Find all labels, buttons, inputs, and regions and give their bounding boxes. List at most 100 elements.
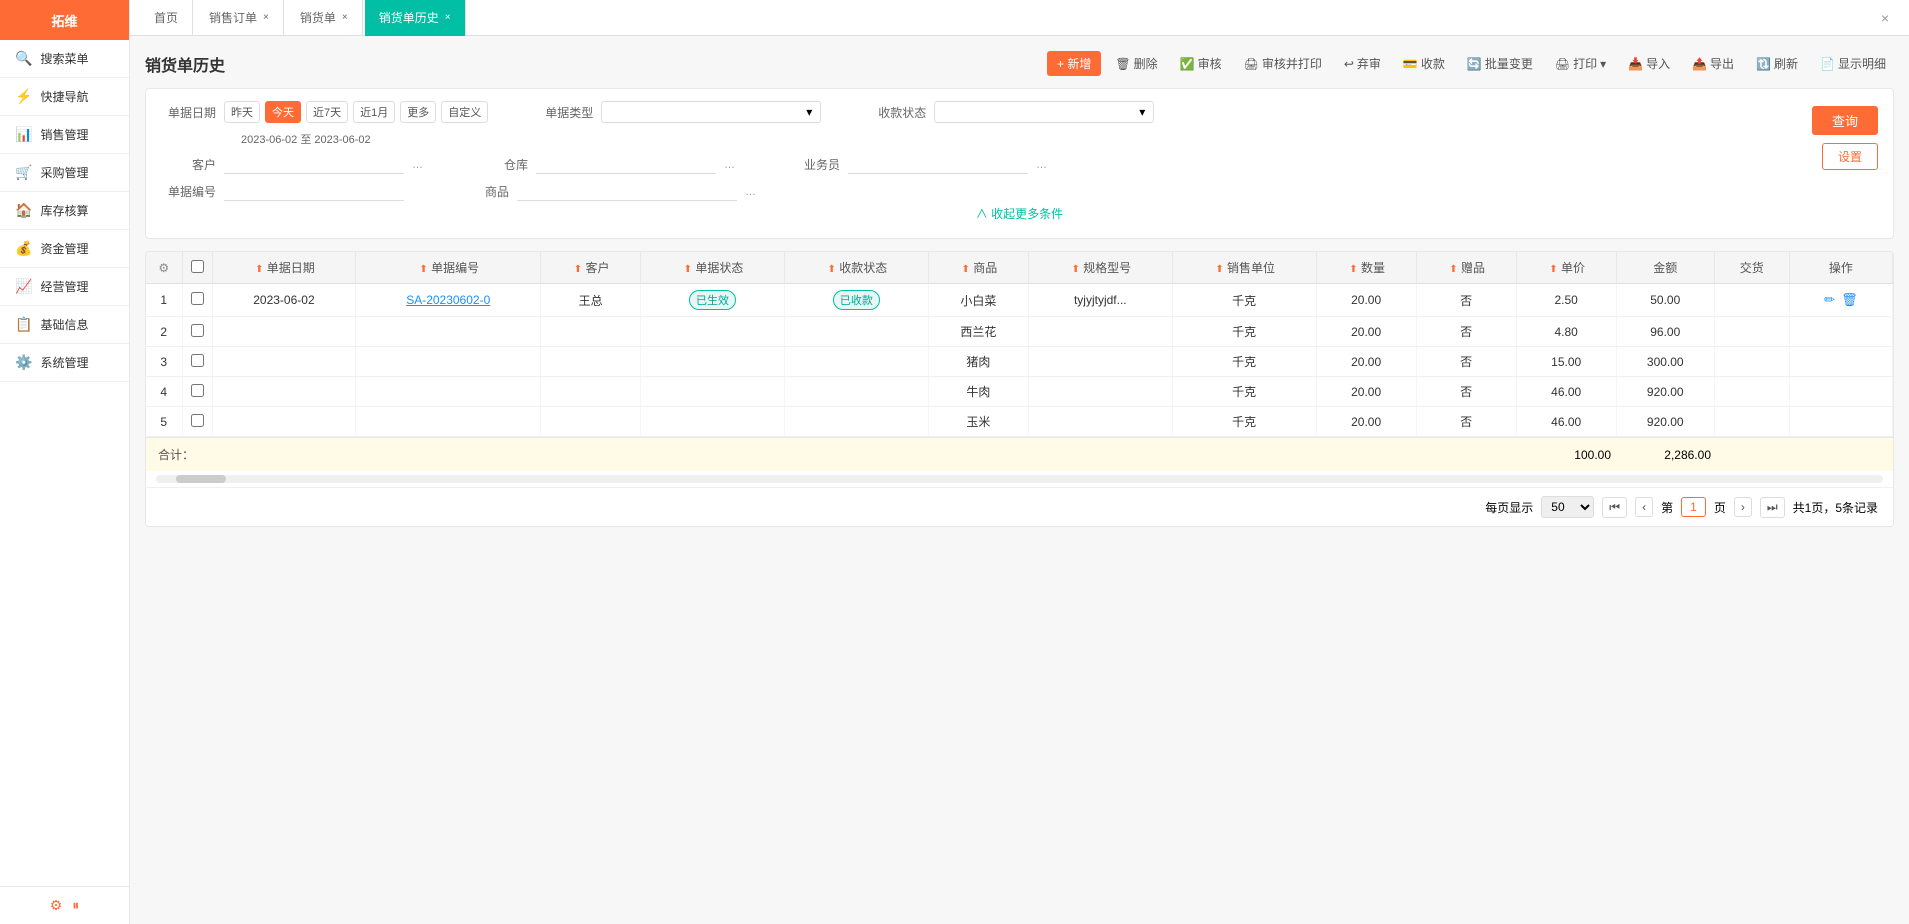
doc-type-select[interactable]: ▾ <box>601 101 821 123</box>
th-sales-unit[interactable]: ⬆ 销售单位 <box>1172 252 1316 284</box>
tab-sales-order-close[interactable]: × <box>263 12 269 23</box>
print-button[interactable]: 🖨 打印 ▾ <box>1547 51 1614 76</box>
query-button[interactable]: 查询 <box>1812 106 1878 135</box>
th-goods[interactable]: ⬆ 商品 <box>928 252 1028 284</box>
page-size-select[interactable]: 50 100 200 <box>1541 496 1594 518</box>
customer-ellipsis[interactable]: … <box>412 159 423 171</box>
th-unit-price[interactable]: ⬆ 单价 <box>1516 252 1616 284</box>
today-btn[interactable]: 今天 <box>265 101 301 123</box>
warehouse-ellipsis[interactable]: … <box>724 159 735 171</box>
row-checkbox-input[interactable] <box>191 414 204 427</box>
sidebar-item-inventory[interactable]: 🏠 库存核算 <box>0 192 129 230</box>
th-doc-no[interactable]: ⬆ 单据编号 <box>356 252 541 284</box>
doc-date <box>212 377 356 407</box>
tabs-bar: 首页 销售订单 × 销货单 × 销货单历史 × × <box>130 0 1909 36</box>
sidebar-item-quick-nav[interactable]: ⚡ 快捷导航 <box>0 78 129 116</box>
abandon-button[interactable]: ↩ 弃审 <box>1336 51 1389 76</box>
sidebar-item-operation[interactable]: 📈 经营管理 <box>0 268 129 306</box>
page-unit: 页 <box>1714 499 1726 516</box>
staff-input[interactable] <box>848 155 1028 174</box>
select-all-checkbox[interactable] <box>191 260 204 273</box>
tab-close-all-btn[interactable]: × <box>1871 10 1899 26</box>
collect-button[interactable]: 💳 收款 <box>1395 51 1453 76</box>
row-checkbox-input[interactable] <box>191 384 204 397</box>
setting-button[interactable]: 设置 <box>1822 143 1878 170</box>
export-button[interactable]: 📤 导出 <box>1684 51 1742 76</box>
th-amount[interactable]: 金额 <box>1616 252 1714 284</box>
customer-input[interactable] <box>224 155 404 174</box>
goods-label: 商品 <box>454 183 509 200</box>
row-checkbox-input[interactable] <box>191 354 204 367</box>
goods-ellipsis[interactable]: … <box>745 186 756 198</box>
th-transaction[interactable]: 交货 <box>1714 252 1789 284</box>
th-doc-status[interactable]: ⬆ 单据状态 <box>641 252 785 284</box>
transaction <box>1714 317 1789 347</box>
doc-type-dropdown-icon: ▾ <box>806 105 812 119</box>
date-label: 单据日期 <box>161 104 216 121</box>
collapse-button[interactable]: ∧ 收起更多条件 <box>161 201 1878 226</box>
show-detail-button[interactable]: 📄 显示明细 <box>1812 51 1894 76</box>
doc-no-input[interactable] <box>224 182 404 201</box>
th-spec[interactable]: ⬆ 规格型号 <box>1028 252 1172 284</box>
row-checkbox <box>182 377 212 407</box>
sidebar-item-finance[interactable]: 💰 资金管理 <box>0 230 129 268</box>
review-print-button[interactable]: 🖨 审核并打印 <box>1236 51 1330 76</box>
sidebar-settings-btn[interactable]: ⚙ <box>50 897 63 914</box>
sidebar-item-system-mgmt[interactable]: ⚙️ 系统管理 <box>0 344 129 382</box>
sidebar-bottom: ⚙ ⏸ <box>0 886 129 924</box>
sidebar-item-basic-info[interactable]: 📋 基础信息 <box>0 306 129 344</box>
1month-btn[interactable]: 近1月 <box>353 101 395 123</box>
sidebar-item-purchase-mgmt[interactable]: 🛒 采购管理 <box>0 154 129 192</box>
doc-no-link[interactable]: SA-20230602-0 <box>406 293 490 307</box>
table-row: 3猪肉千克20.00否15.00300.00 <box>146 347 1893 377</box>
import-button[interactable]: 📥 导入 <box>1620 51 1678 76</box>
staff-ellipsis[interactable]: … <box>1036 159 1047 171</box>
row-checkbox-input[interactable] <box>191 324 204 337</box>
warehouse-input[interactable] <box>536 155 716 174</box>
tab-sales-goods-close[interactable]: × <box>342 12 348 23</box>
first-page-btn[interactable]: ⏮ <box>1602 497 1627 518</box>
scrollbar-thumb[interactable] <box>176 475 226 483</box>
refresh-button[interactable]: 🔃 刷新 <box>1748 51 1806 76</box>
settings-icon[interactable]: ⚙ <box>158 261 169 275</box>
goods-input[interactable] <box>517 182 737 201</box>
tab-sales-history-close[interactable]: × <box>445 12 451 23</box>
next-page-btn[interactable]: › <box>1734 497 1752 517</box>
row-checkbox-input[interactable] <box>191 292 204 305</box>
prev-page-btn[interactable]: ‹ <box>1635 497 1653 517</box>
th-qty[interactable]: ⬆ 数量 <box>1316 252 1416 284</box>
qty: 20.00 <box>1316 347 1416 377</box>
horizontal-scrollbar[interactable] <box>156 475 1883 483</box>
new-button[interactable]: + 新增 <box>1047 51 1101 76</box>
custom-btn[interactable]: 自定义 <box>441 101 488 123</box>
filter-row-2: 客户 … 仓库 … 业务员 … <box>161 155 1797 174</box>
delete-action-btn[interactable]: 🗑 <box>1841 292 1858 307</box>
print-dropdown-icon: ▾ <box>1600 57 1606 71</box>
last-page-btn[interactable]: ⏭ <box>1760 497 1785 518</box>
sidebar-item-sales-mgmt[interactable]: 📊 销售管理 <box>0 116 129 154</box>
th-customer[interactable]: ⬆ 客户 <box>541 252 641 284</box>
more-btn[interactable]: 更多 <box>400 101 436 123</box>
doc-status: 已生效 <box>641 284 785 317</box>
th-doc-date[interactable]: ⬆ 单据日期 <box>212 252 356 284</box>
batch-change-button[interactable]: 🔄 批量变更 <box>1459 51 1541 76</box>
sidebar-item-search-menu[interactable]: 🔍 搜索菜单 <box>0 40 129 78</box>
th-gift[interactable]: ⬆ 赠品 <box>1416 252 1516 284</box>
row-checkbox <box>182 284 212 317</box>
edit-action-btn[interactable]: ✏ <box>1824 292 1835 307</box>
tab-sales-order[interactable]: 销售订单 × <box>195 0 284 36</box>
th-checkbox[interactable] <box>182 252 212 284</box>
pay-status-select[interactable]: ▾ <box>934 101 1154 123</box>
tab-home[interactable]: 首页 <box>140 0 193 36</box>
th-settings[interactable]: ⚙ <box>146 252 182 284</box>
sidebar-item-label: 库存核算 <box>40 202 88 219</box>
review-button[interactable]: ✅ 审核 <box>1172 51 1230 76</box>
sidebar-collapse-btn[interactable]: ⏸ <box>72 897 79 914</box>
doc-status <box>641 347 785 377</box>
yesterday-btn[interactable]: 昨天 <box>224 101 260 123</box>
7days-btn[interactable]: 近7天 <box>306 101 348 123</box>
tab-sales-goods[interactable]: 销货单 × <box>286 0 363 36</box>
tab-sales-history[interactable]: 销货单历史 × <box>365 0 466 36</box>
delete-button[interactable]: 🗑 删除 <box>1107 51 1165 76</box>
th-pay-status[interactable]: ⬆ 收款状态 <box>784 252 928 284</box>
